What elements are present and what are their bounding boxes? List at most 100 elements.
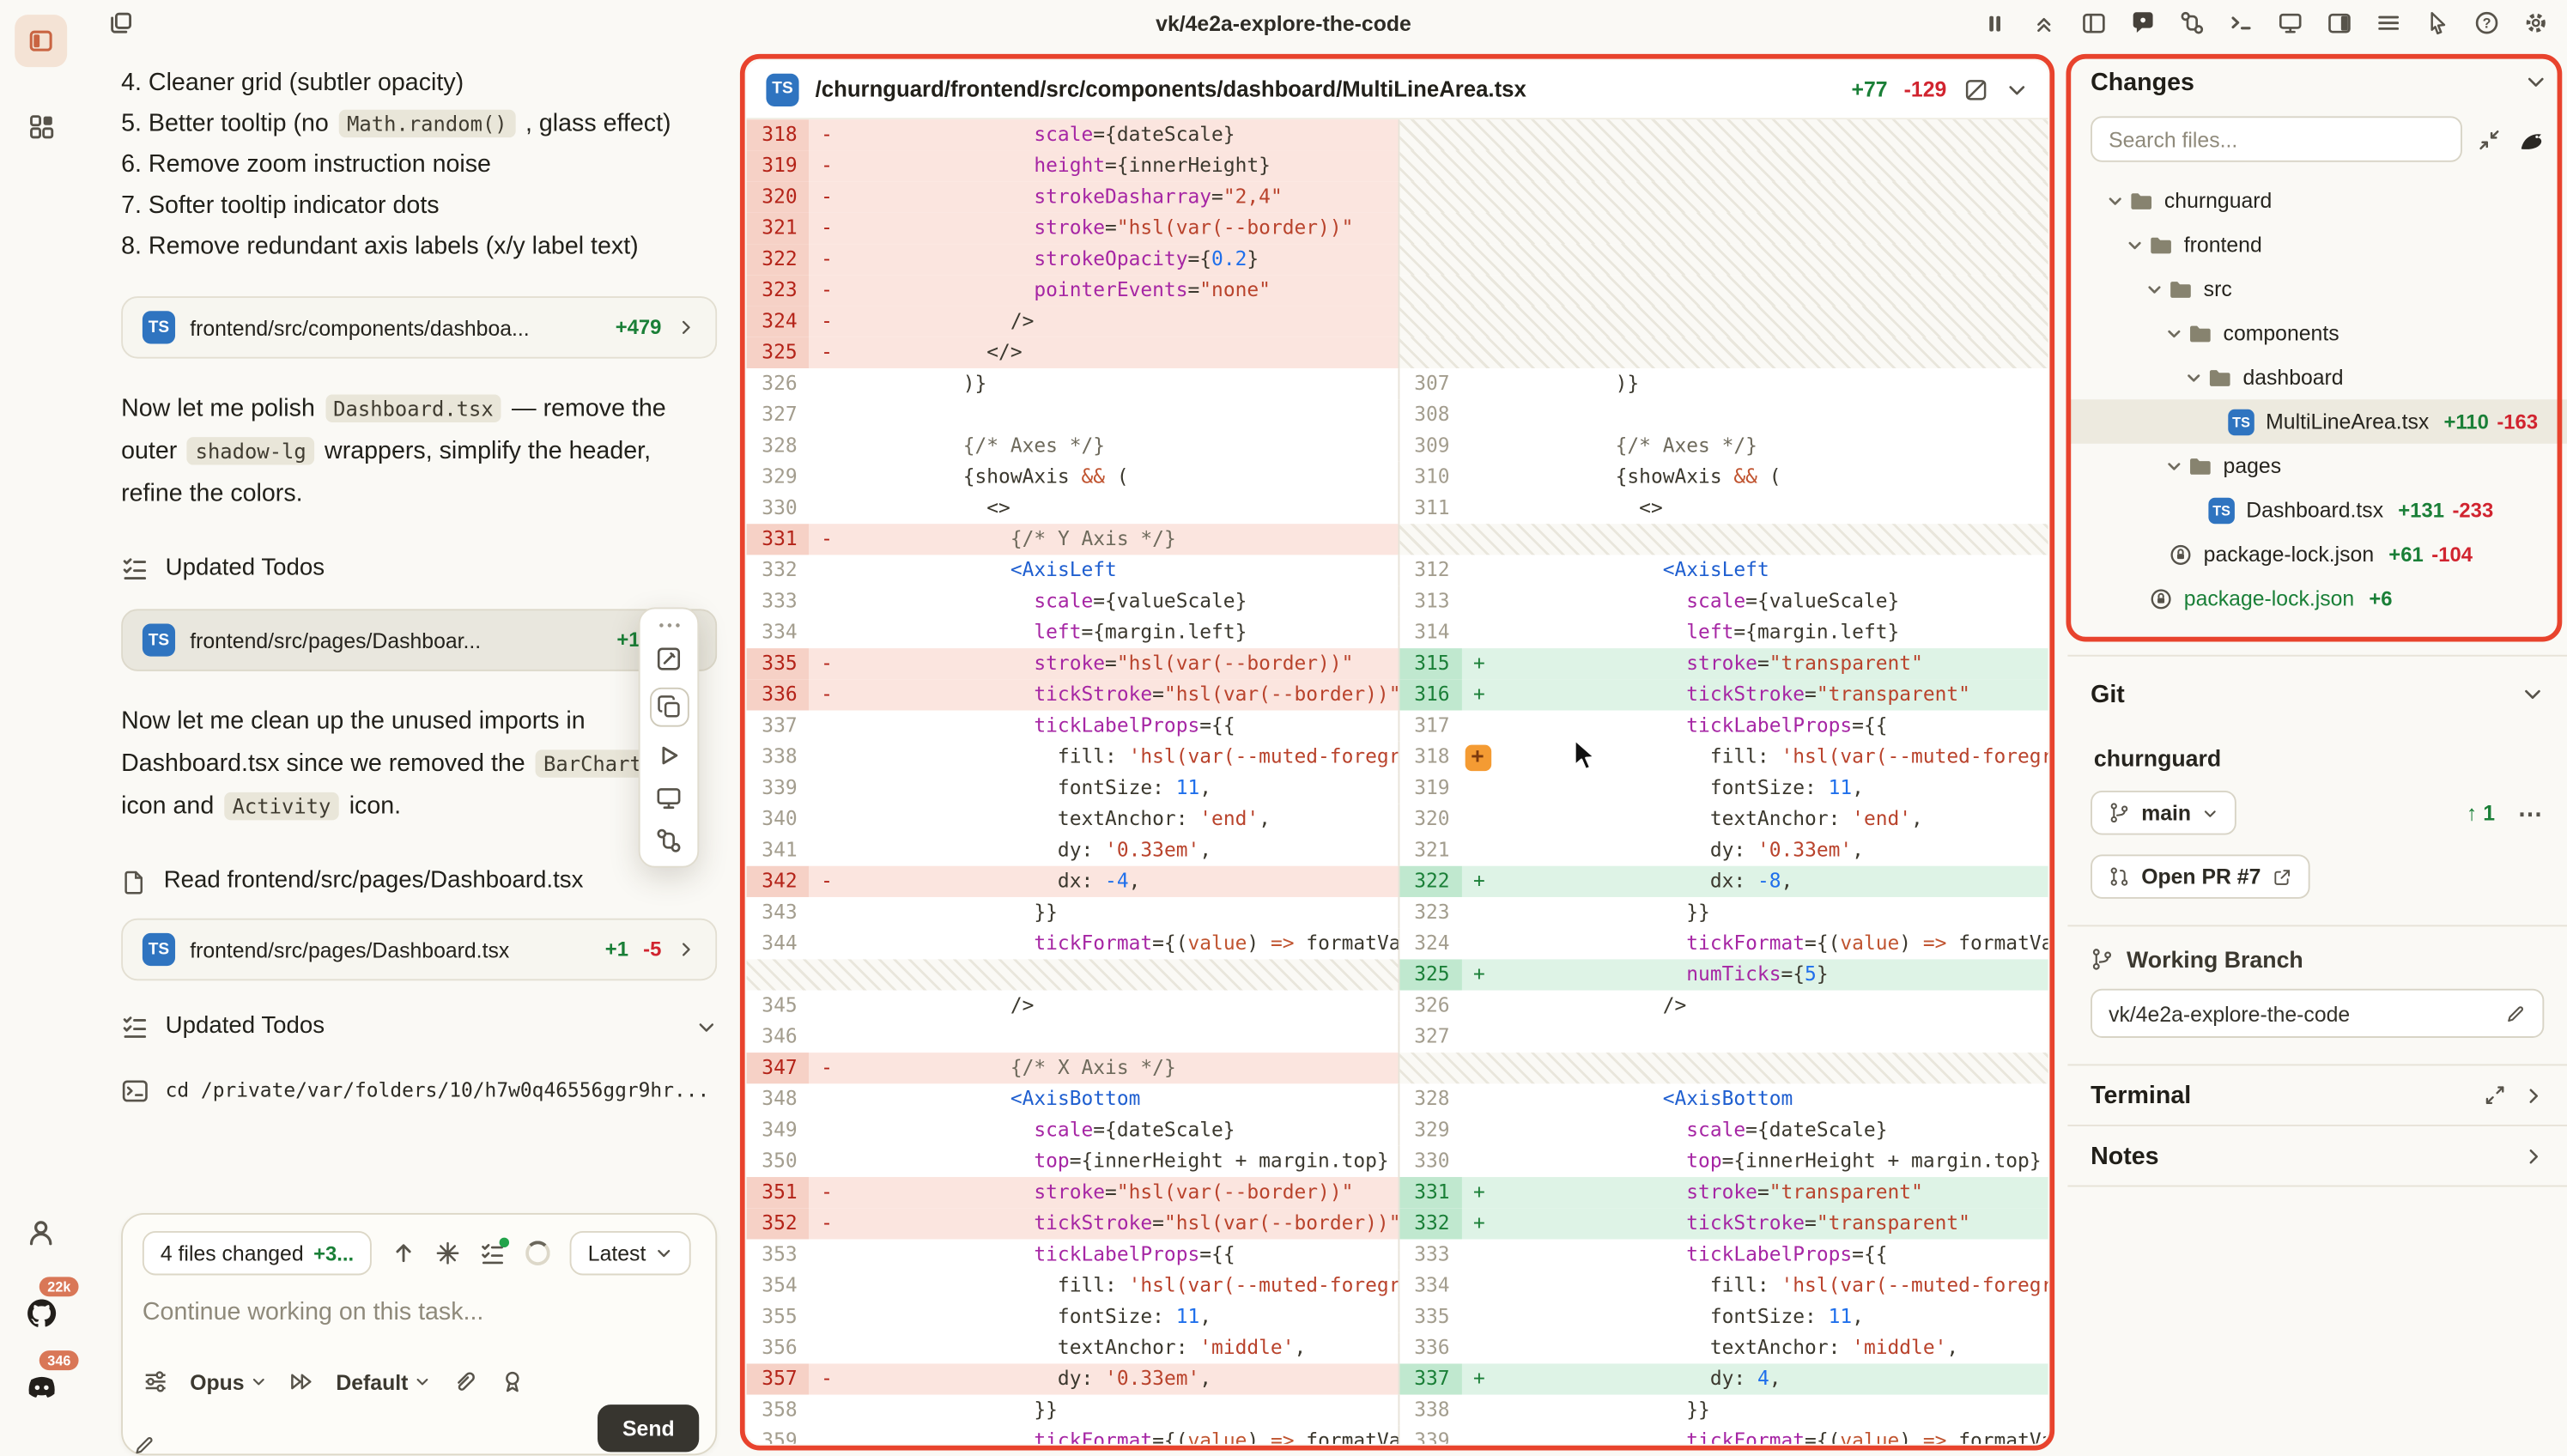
search-files-input[interactable] [2091, 116, 2462, 161]
mode-selector[interactable]: Default [336, 1369, 431, 1394]
spark-icon[interactable] [435, 1241, 460, 1265]
drag-handle-icon[interactable] [658, 621, 681, 630]
chat-bubble-icon[interactable] [2123, 4, 2161, 42]
arrow-up-icon[interactable] [391, 1241, 416, 1265]
diff-code-line: <AxisBottom [1497, 1083, 2048, 1114]
folder-name: frontend [2184, 233, 2262, 258]
expand-icon[interactable] [2484, 1083, 2507, 1107]
collapse-up-icon[interactable] [2025, 4, 2063, 42]
chevron-down-icon[interactable] [695, 1016, 717, 1038]
diff-line-number: 328 [1399, 1083, 1460, 1114]
diff-line-number: 339 [1399, 1426, 1460, 1444]
chevron-right-icon[interactable] [2523, 1084, 2545, 1106]
copy-tool-active[interactable] [649, 688, 689, 727]
chevron-right-icon[interactable] [2523, 1145, 2545, 1167]
diff-filler [1398, 244, 2048, 275]
chevron-down-icon[interactable] [2006, 78, 2029, 101]
tree-folder-components[interactable]: components [2067, 311, 2567, 355]
branch-selector[interactable]: main [2091, 791, 2236, 834]
git-compare-icon[interactable] [655, 827, 683, 854]
git-compare-icon[interactable] [2172, 4, 2210, 42]
paperclip-icon[interactable] [452, 1368, 479, 1395]
tree-folder-pages[interactable]: pages [2067, 444, 2567, 488]
tree-file-package-lock-json[interactable]: package-lock.json+6 [2067, 576, 2567, 620]
file-chip-components-dashboard[interactable]: TS frontend/src/components/dashboa... +4… [121, 296, 717, 358]
collapse-tree-icon[interactable] [2477, 127, 2502, 152]
diff-line-number: 331 [747, 524, 809, 555]
grid-view-icon[interactable] [20, 105, 63, 148]
bird-icon[interactable] [2516, 124, 2547, 155]
settings-gear-icon[interactable] [2516, 4, 2554, 42]
floating-toolbar [639, 607, 700, 867]
diff-code-line: stroke="transparent" [1497, 1177, 2048, 1208]
updated-todos-row[interactable]: Updated Todos [121, 549, 717, 590]
terminal-command-row[interactable]: cd /private/var/folders/10/h7w0q46556ggr… [121, 1071, 717, 1112]
diff-code-line: fill: 'hsl(var(--muted-foreground))', [845, 742, 1398, 773]
panel-left-icon[interactable] [2074, 4, 2112, 42]
pencil-icon[interactable] [132, 1434, 155, 1456]
open-pr-button[interactable]: Open PR #7 [2091, 854, 2309, 898]
discord-icon[interactable]: 346 [20, 1365, 63, 1408]
message-input[interactable] [143, 1298, 696, 1326]
diff-line-number: 338 [747, 742, 809, 773]
split-view-icon[interactable] [1963, 76, 1989, 103]
add-comment-button[interactable]: + [1465, 744, 1491, 771]
model-selector[interactable]: Opus [190, 1369, 267, 1394]
diff-row: 324- /> [747, 306, 2048, 337]
diff-line-number: 328 [747, 431, 809, 462]
account-icon[interactable] [20, 1211, 63, 1254]
panel-right-icon[interactable] [2320, 4, 2358, 42]
text: 5. Better tooltip (no [121, 110, 336, 137]
chevron-down-icon [2146, 281, 2163, 297]
diff-file-path: /churnguard/frontend/src/components/dash… [816, 77, 1836, 102]
diff-row: 336- tickStroke="hsl(var(--border))"316+… [747, 679, 2048, 710]
terminal-section[interactable]: Terminal [2067, 1065, 2567, 1125]
chevron-right-icon [677, 318, 696, 337]
fast-forward-icon[interactable] [288, 1368, 315, 1395]
tree-file-multilinearea-tsx[interactable]: TSMultiLineArea.tsx+110-163 [2067, 399, 2567, 443]
text: 4. Cleaner grid (subtler opacity) [121, 69, 464, 96]
diff-added: +77 [1852, 77, 1888, 102]
tree-folder-dashboard[interactable]: dashboard [2067, 355, 2567, 399]
menu-icon[interactable] [2369, 4, 2406, 42]
read-file-row[interactable]: Read frontend/src/pages/Dashboard.tsx [121, 861, 717, 902]
pointer-icon[interactable] [2418, 4, 2455, 42]
ts-file-icon: TS [143, 311, 175, 343]
stack-icon[interactable] [101, 4, 139, 42]
send-button[interactable]: Send [598, 1404, 699, 1452]
monitor-icon[interactable] [655, 784, 683, 811]
updated-todos-row-2[interactable]: Updated Todos [121, 1007, 717, 1048]
pause-icon[interactable] [1976, 4, 2014, 42]
file-chip-pages-dashboard[interactable]: TS frontend/src/pages/Dashboar... +130 -… [121, 609, 717, 670]
workspace-panel-icon[interactable] [15, 15, 67, 67]
tree-folder-churnguard[interactable]: churnguard [2067, 179, 2567, 222]
edit-diff-icon[interactable] [655, 645, 683, 672]
github-icon[interactable]: 22k [20, 1292, 63, 1335]
sliders-icon[interactable] [143, 1368, 169, 1395]
play-icon[interactable] [655, 742, 683, 769]
chevron-down-icon[interactable] [2524, 70, 2547, 94]
diff-line-number: 329 [1399, 1115, 1460, 1146]
git-menu-button[interactable]: ⋯ [2518, 798, 2545, 828]
award-icon[interactable] [500, 1368, 526, 1395]
tree-file-dashboard-tsx[interactable]: TSDashboard.tsx+131-233 [2067, 488, 2567, 531]
tree-file-package-lock-json[interactable]: package-lock.json+61-104 [2067, 532, 2567, 576]
tree-folder-frontend[interactable]: frontend [2067, 222, 2567, 266]
help-icon[interactable]: ? [2467, 4, 2505, 42]
diff-line-number: 329 [747, 462, 809, 493]
files-changed-pill[interactable]: 4 files changed +3... [143, 1231, 372, 1275]
terminal-title: Terminal [2091, 1082, 2484, 1109]
latest-selector[interactable]: Latest [570, 1231, 690, 1275]
ts-file-icon: TS [2208, 497, 2235, 524]
todos-status[interactable] [480, 1240, 507, 1266]
notes-section[interactable]: Notes [2067, 1126, 2567, 1186]
working-branch-field[interactable]: vk/4e2a-explore-the-code [2091, 989, 2544, 1038]
chevron-down-icon [2166, 458, 2182, 474]
mode-label: Default [336, 1369, 408, 1394]
chevron-down-icon[interactable] [2521, 682, 2545, 706]
tree-folder-src[interactable]: src [2067, 267, 2567, 311]
monitor-icon[interactable] [2271, 4, 2309, 42]
pencil-icon[interactable] [2505, 1003, 2527, 1024]
file-chip-pages-dashboard-2[interactable]: TS frontend/src/pages/Dashboard.tsx +1 -… [121, 919, 717, 980]
terminal-icon[interactable] [2222, 4, 2260, 42]
